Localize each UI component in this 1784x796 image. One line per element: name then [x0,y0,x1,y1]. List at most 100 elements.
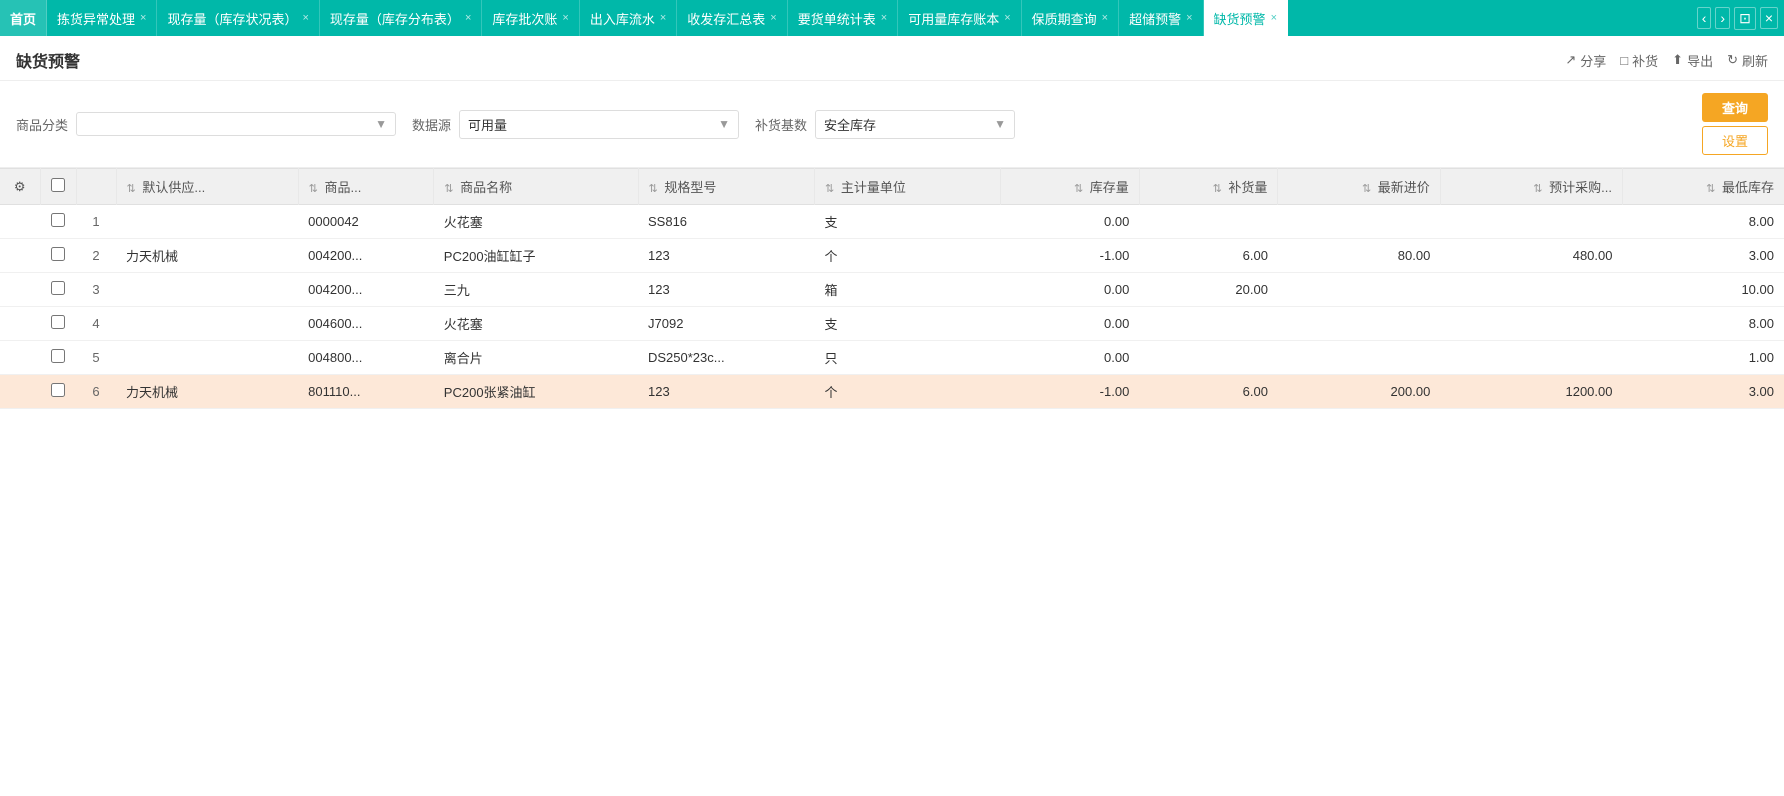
nav-tab-shortage[interactable]: 缺货预警 × [1204,0,1288,36]
nav-tab-overstock-close[interactable]: × [1186,12,1192,24]
nav-tab-order-stats[interactable]: 要货单统计表 × [788,0,898,36]
nav-tab-receipt-summary[interactable]: 收发存汇总表 × [677,0,787,36]
nav-tab-inventory-dist[interactable]: 现存量（库存分布表） × [320,0,482,36]
row-checkbox-4[interactable] [40,341,76,375]
row-setting-1 [0,239,40,273]
row-check-3[interactable] [51,315,65,329]
nav-tab-expiry-query-close[interactable]: × [1102,12,1108,24]
row-check-4[interactable] [51,349,65,363]
row-setting-5 [0,375,40,409]
nav-tab-receipt-summary-close[interactable]: × [770,12,776,24]
th-unit[interactable]: ⇅ 主计量单位 [815,169,1001,205]
th-number [76,169,116,205]
row-check-5[interactable] [51,383,65,397]
row-checkbox-5[interactable] [40,375,76,409]
th-replenish[interactable]: ⇅ 补货量 [1139,169,1278,205]
query-button[interactable]: 查询 [1702,93,1768,122]
settings-gear-icon[interactable]: ⚙ [14,179,26,194]
nav-tab-inventory-status-close[interactable]: × [302,12,308,24]
nav-tab-abnormal-close[interactable]: × [140,12,146,24]
row-product-code-1: 004200... [298,239,434,273]
settings-button[interactable]: 设置 [1702,126,1768,155]
spec-sort-icon: ⇅ [649,183,658,195]
nav-tab-overstock[interactable]: 超储预警 × [1119,0,1203,36]
row-checkbox-3[interactable] [40,307,76,341]
row-supplier-1: 力天机械 [116,239,298,273]
row-check-2[interactable] [51,281,65,295]
row-est-purchase-3 [1440,307,1622,341]
nav-tab-in-out-flow[interactable]: 出入库流水 × [580,0,677,36]
th-spec[interactable]: ⇅ 规格型号 [638,169,815,205]
nav-tab-order-stats-close[interactable]: × [881,12,887,24]
th-checkbox [40,169,76,205]
select-all-checkbox[interactable] [51,178,65,192]
category-dropdown-icon: ▼ [375,117,387,131]
row-inventory-3: 0.00 [1001,307,1140,341]
row-unit-4: 只 [815,341,1001,375]
product-code-sort-icon: ⇅ [309,183,318,195]
nav-tab-shortage-close[interactable]: × [1271,12,1277,24]
row-inventory-1: -1.00 [1001,239,1140,273]
replenish-base-select[interactable]: 安全库存 ▼ [815,110,1015,139]
replenish-label: 补货 [1632,51,1658,70]
share-button[interactable]: ↗ 分享 [1565,51,1606,70]
datasource-select[interactable]: 可用量 ▼ [459,110,739,139]
replenish-button[interactable]: □ 补货 [1620,51,1658,70]
th-inventory[interactable]: ⇅ 库存量 [1001,169,1140,205]
nav-tab-available-ledger-close[interactable]: × [1004,12,1010,24]
unit-sort-icon: ⇅ [825,183,834,195]
replenish-base-dropdown-icon: ▼ [994,117,1006,131]
row-checkbox-2[interactable] [40,273,76,307]
nav-tab-in-out-flow-label: 出入库流水 [590,9,655,28]
row-product-code-2: 004200... [298,273,434,307]
category-select[interactable]: ▼ [76,112,396,136]
th-latest-price[interactable]: ⇅ 最新进价 [1278,169,1440,205]
export-button[interactable]: ⬆ 导出 [1672,51,1713,70]
row-check-0[interactable] [51,213,65,227]
filter-actions: 查询 设置 [1702,93,1768,155]
nav-close-btn[interactable]: × [1760,7,1778,29]
row-check-1[interactable] [51,247,65,261]
nav-tab-inventory-status-label: 现存量（库存状况表） [167,9,297,28]
table-row: 5 004800... 离合片 DS250*23c... 只 0.00 1.00 [0,341,1784,375]
row-replenish-3 [1139,307,1278,341]
refresh-button[interactable]: ↻ 刷新 [1727,51,1768,70]
nav-next-btn[interactable]: › [1715,7,1730,29]
th-est-purchase[interactable]: ⇅ 预计采购... [1440,169,1622,205]
nav-tab-in-out-flow-close[interactable]: × [660,12,666,24]
th-product-name[interactable]: ⇅ 商品名称 [434,169,638,205]
filter-category-group: 商品分类 ▼ [16,112,396,136]
row-product-name-0: 火花塞 [434,205,638,239]
row-unit-0: 支 [815,205,1001,239]
nav-tab-batch-account[interactable]: 库存批次账 × [482,0,579,36]
table-row: 6 力天机械 801110... PC200张紧油缸 123 个 -1.00 6… [0,375,1784,409]
row-latest-price-0 [1278,205,1440,239]
row-checkbox-1[interactable] [40,239,76,273]
th-product-code[interactable]: ⇅ 商品... [298,169,434,205]
row-spec-1: 123 [638,239,815,273]
nav-tab-inventory-status[interactable]: 现存量（库存状况表） × [157,0,319,36]
nav-tab-abnormal[interactable]: 拣货异常处理 × [47,0,157,36]
nav-tab-inventory-dist-close[interactable]: × [465,12,471,24]
nav-tab-expiry-query[interactable]: 保质期查询 × [1022,0,1119,36]
export-label: 导出 [1687,51,1713,70]
th-supplier[interactable]: ⇅ 默认供应... [116,169,298,205]
row-num-5: 6 [76,375,116,409]
row-num-0: 1 [76,205,116,239]
row-spec-5: 123 [638,375,815,409]
nav-tab-batch-account-close[interactable]: × [562,12,568,24]
nav-tab-inventory-dist-label: 现存量（库存分布表） [330,9,460,28]
row-product-code-0: 0000042 [298,205,434,239]
row-checkbox-0[interactable] [40,205,76,239]
refresh-label: 刷新 [1742,51,1768,70]
nav-tab-available-ledger[interactable]: 可用量库存账本 × [898,0,1021,36]
row-supplier-4 [116,341,298,375]
th-setting[interactable]: ⚙ [0,169,40,205]
row-min-stock-5: 3.00 [1622,375,1784,409]
nav-tab-home[interactable]: 首页 [0,0,47,36]
th-min-stock[interactable]: ⇅ 最低库存 [1622,169,1784,205]
nav-restore-btn[interactable]: ⊡ [1734,7,1756,30]
nav-prev-btn[interactable]: ‹ [1697,7,1712,29]
row-latest-price-1: 80.00 [1278,239,1440,273]
table-header-row: ⚙ ⇅ 默认供应... ⇅ 商品... ⇅ [0,169,1784,205]
